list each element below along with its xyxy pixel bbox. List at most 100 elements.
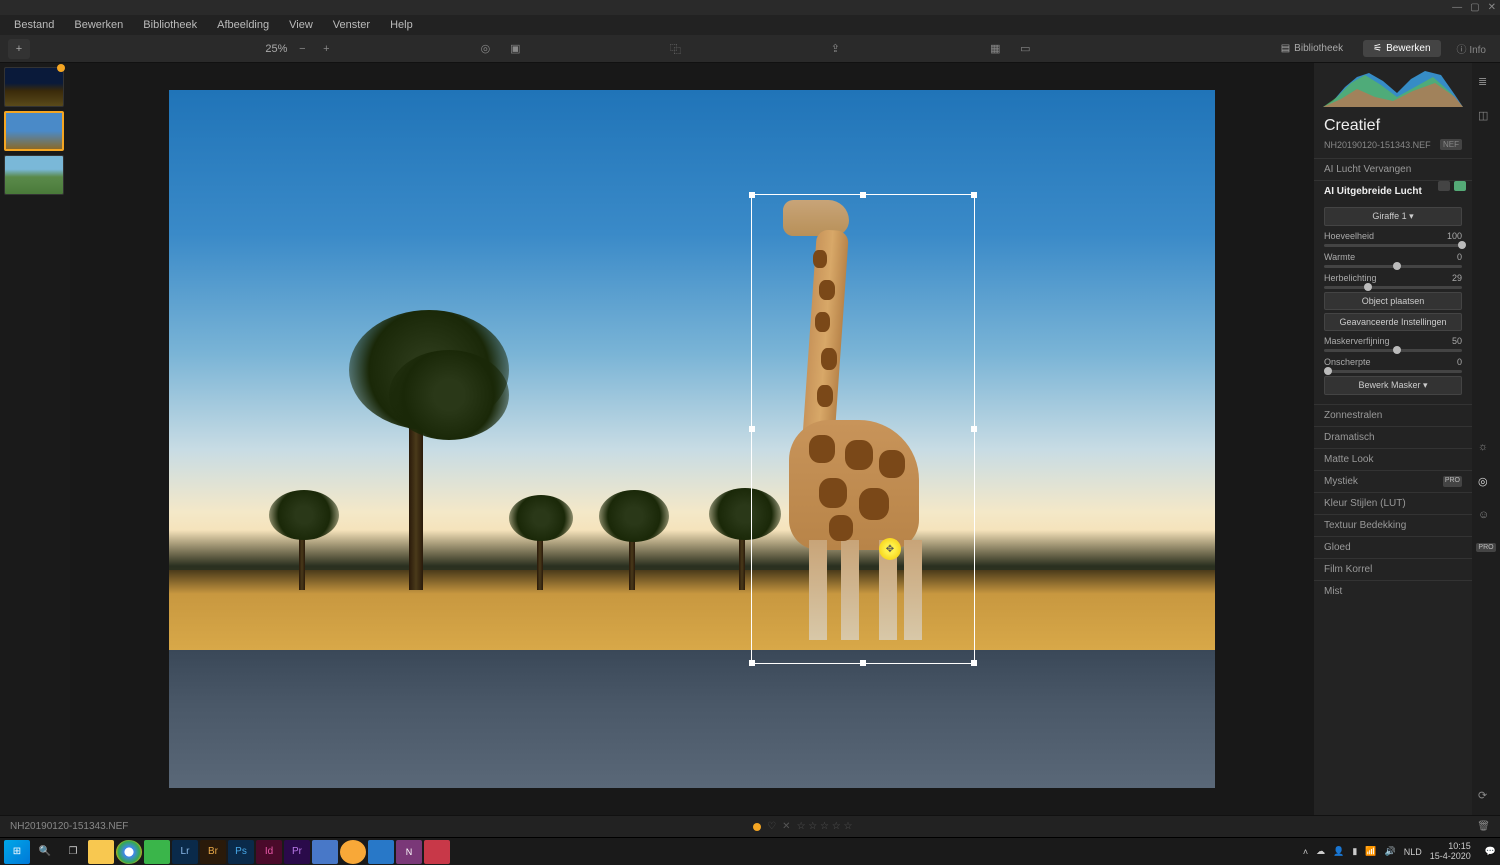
edit-mask-button[interactable]: Bewerk Masker ▾ — [1324, 376, 1462, 395]
premiere-icon[interactable]: Pr — [284, 840, 310, 864]
reject-icon[interactable]: ✕ — [782, 821, 790, 832]
app-green[interactable] — [144, 840, 170, 864]
lightroom-icon[interactable]: Lr — [172, 840, 198, 864]
place-object-button[interactable]: Object plaatsen — [1324, 292, 1462, 310]
thumbnail-3[interactable] — [4, 155, 64, 195]
rating-stars[interactable]: ☆ ☆ ☆ ☆ ☆ — [797, 821, 853, 832]
tab-edit[interactable]: ⚟ Bewerken — [1363, 40, 1440, 57]
tray-wifi-icon[interactable]: 📶 — [1365, 846, 1376, 857]
max-button[interactable]: ▢ — [1470, 2, 1479, 13]
tray-cloud-icon[interactable]: ☁ — [1316, 846, 1325, 857]
add-button[interactable]: + — [8, 39, 30, 59]
menu-image[interactable]: Afbeelding — [209, 17, 277, 33]
menu-library[interactable]: Bibliotheek — [135, 17, 205, 33]
pick-indicator[interactable] — [753, 823, 761, 831]
explorer-icon[interactable] — [88, 840, 114, 864]
tab-library[interactable]: ▤ Bibliotheek — [1271, 40, 1353, 57]
app-8[interactable] — [312, 840, 338, 864]
indesign-icon[interactable]: Id — [256, 840, 282, 864]
filter-ai-sky-replace[interactable]: AI Lucht Vervangen — [1314, 158, 1472, 180]
image-canvas[interactable]: ✥ — [169, 90, 1215, 788]
zoom-out-button[interactable]: − — [293, 40, 311, 58]
pick-dot — [57, 64, 65, 72]
filter-mystic[interactable]: MystiekPRO — [1314, 470, 1472, 492]
filter-dramatic[interactable]: Dramatisch — [1314, 426, 1472, 448]
compare-icon[interactable]: ▣ — [505, 40, 525, 58]
essentials-icon[interactable]: ☼ — [1478, 441, 1494, 457]
handle-bl[interactable] — [749, 660, 755, 666]
menu-file[interactable]: Bestand — [6, 17, 62, 33]
selection-box[interactable] — [751, 194, 975, 664]
amount-slider[interactable] — [1324, 244, 1462, 247]
menu-help[interactable]: Help — [382, 17, 421, 33]
filter-texture[interactable]: Textuur Bedekking — [1314, 514, 1472, 536]
menu-window[interactable]: Venster — [325, 17, 378, 33]
reset-icon[interactable] — [1438, 181, 1450, 191]
taskview-icon[interactable]: ❐ — [60, 840, 86, 864]
app-9[interactable] — [340, 840, 366, 864]
favorite-icon[interactable]: ♡ — [767, 821, 776, 832]
handle-br[interactable] — [971, 660, 977, 666]
chrome-icon[interactable] — [116, 840, 142, 864]
filter-sunrays[interactable]: Zonnestralen — [1314, 404, 1472, 426]
creative-icon[interactable]: ◎ — [1478, 475, 1494, 491]
tray-battery-icon[interactable]: ▮ — [1352, 846, 1357, 857]
bridge-icon[interactable]: Br — [200, 840, 226, 864]
relight-slider[interactable] — [1324, 286, 1462, 289]
mask-slider[interactable] — [1324, 349, 1462, 352]
canvas-area[interactable]: ✥ — [70, 63, 1314, 815]
handle-rm[interactable] — [971, 426, 977, 432]
menu-edit[interactable]: Bewerken — [66, 17, 131, 33]
tray-volume-icon[interactable]: 🔊 — [1385, 846, 1396, 857]
menu-view[interactable]: View — [281, 17, 321, 33]
zoom-level[interactable]: 25% — [265, 43, 287, 55]
app-10[interactable] — [368, 840, 394, 864]
preset-dropdown[interactable]: Giraffe 1 ▾ — [1324, 207, 1462, 226]
tray-chevron-icon[interactable]: ˄ — [1303, 847, 1308, 857]
trash-icon[interactable]: 🗑 — [1477, 821, 1490, 832]
photoshop-icon[interactable]: Ps — [228, 840, 254, 864]
thumbnail-2[interactable] — [4, 111, 64, 151]
search-icon[interactable]: 🔍 — [32, 840, 58, 864]
filter-glow[interactable]: Gloed — [1314, 536, 1472, 558]
grid-icon[interactable]: ▦ — [985, 40, 1005, 58]
tray-lang[interactable]: NLD — [1404, 847, 1422, 857]
handle-tl[interactable] — [749, 192, 755, 198]
channels-icon[interactable]: ◫ — [1478, 109, 1494, 125]
preview-icon[interactable]: ◎ — [475, 40, 495, 58]
handle-tm[interactable] — [860, 192, 866, 198]
advanced-settings-button[interactable]: Geavanceerde Instellingen — [1324, 313, 1462, 331]
notifications-icon[interactable]: 💬 — [1485, 846, 1496, 857]
tray-people-icon[interactable]: 👤 — [1333, 846, 1344, 857]
panel-title: Creatief — [1314, 113, 1472, 137]
filter-matte[interactable]: Matte Look — [1314, 448, 1472, 470]
histogram[interactable] — [1314, 63, 1472, 113]
warmth-slider[interactable] — [1324, 265, 1462, 268]
app-12[interactable] — [424, 840, 450, 864]
filter-grain[interactable]: Film Korrel — [1314, 558, 1472, 580]
layers-icon[interactable]: ≣ — [1478, 75, 1494, 91]
toggle-icon[interactable] — [1454, 181, 1466, 191]
filter-lut[interactable]: Kleur Stijlen (LUT) — [1314, 492, 1472, 514]
history-icon[interactable]: ⟳ — [1478, 789, 1494, 805]
min-button[interactable]: — — [1452, 2, 1462, 13]
statusbar: NH20190120-151343.NEF ♡ ✕ ☆ ☆ ☆ ☆ ☆ 🗑 — [0, 815, 1500, 837]
share-icon[interactable]: ⇪ — [825, 40, 845, 58]
handle-lm[interactable] — [749, 426, 755, 432]
defocus-slider[interactable] — [1324, 370, 1462, 373]
defocus-label: Onscherpte — [1324, 357, 1371, 367]
thumbnail-1[interactable] — [4, 67, 64, 107]
single-icon[interactable]: ▭ — [1015, 40, 1035, 58]
handle-tr[interactable] — [971, 192, 977, 198]
start-button[interactable]: ⊞ — [4, 840, 30, 864]
filter-ai-ext-sky[interactable]: AI Uitgebreide Lucht — [1314, 180, 1472, 202]
crop-icon[interactable]: ⿻ — [665, 40, 685, 58]
filter-mist[interactable]: Mist — [1314, 580, 1472, 602]
info-button[interactable]: ⓘ Info — [1451, 38, 1492, 59]
handle-bm[interactable] — [860, 660, 866, 666]
close-button[interactable]: ✕ — [1488, 2, 1496, 13]
zoom-in-button[interactable]: + — [317, 40, 335, 58]
portrait-icon[interactable]: ☺ — [1478, 509, 1494, 525]
pro-badge[interactable]: PRO — [1476, 543, 1495, 552]
onenote-icon[interactable]: N — [396, 840, 422, 864]
